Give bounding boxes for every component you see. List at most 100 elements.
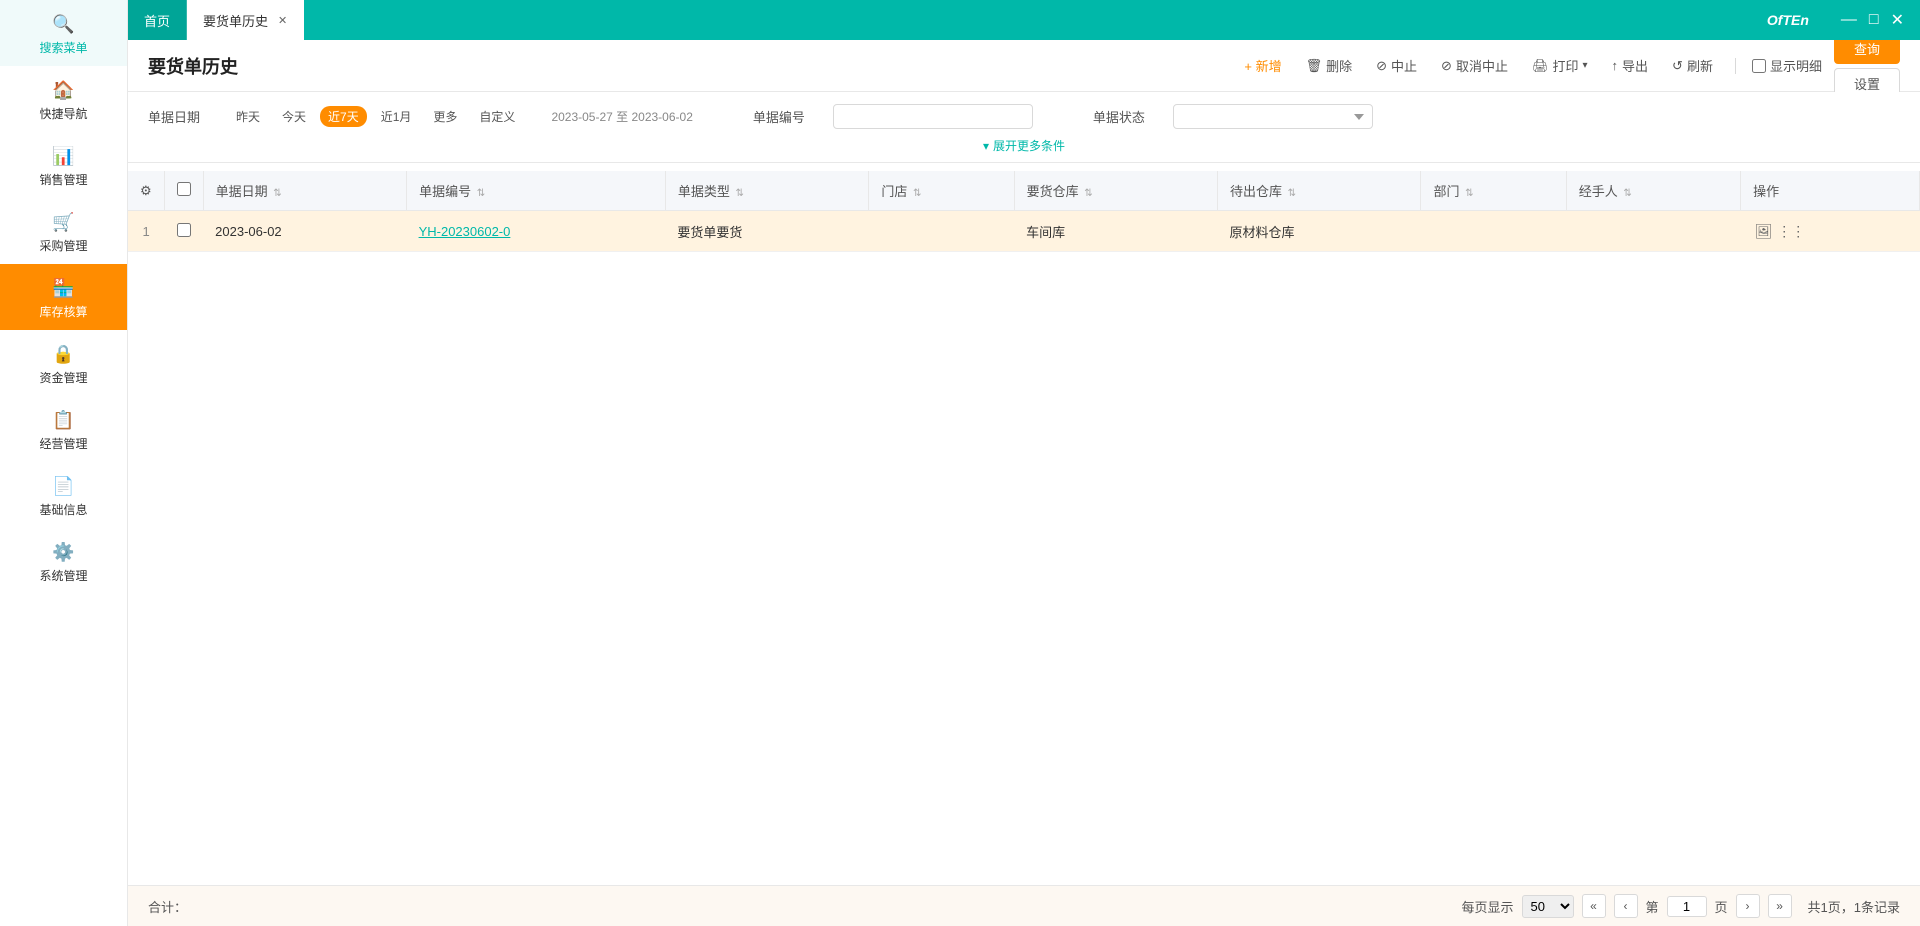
row-select-checkbox-1[interactable] xyxy=(177,223,191,237)
window-controls: OfTEn — □ ✕ xyxy=(1767,10,1920,30)
sidebar-item-quick-nav[interactable]: 🏠 快捷导航 xyxy=(0,66,127,132)
cell-actions-1: 🖼 ⋮⋮ xyxy=(1741,211,1920,252)
page-size-label: 每页显示 xyxy=(1461,897,1513,916)
status-select[interactable] xyxy=(1173,104,1373,129)
tab-requisition-history[interactable]: 要货单历史 ✕ xyxy=(187,0,304,40)
query-button[interactable]: 查询 xyxy=(1834,40,1900,64)
sidebar-item-finance-mgmt[interactable]: 🔒 资金管理 xyxy=(0,330,127,396)
col-req-warehouse[interactable]: 要货仓库 ⇅ xyxy=(1014,171,1217,211)
sidebar-item-operations-mgmt[interactable]: 📋 经营管理 xyxy=(0,396,127,462)
page-nav-first[interactable]: « xyxy=(1582,894,1606,918)
page-title: 要货单历史 xyxy=(148,53,238,79)
page-label-prefix: 第 xyxy=(1646,897,1659,916)
chip-today[interactable]: 今天 xyxy=(274,106,314,127)
suspend-icon: ⊘ xyxy=(1376,58,1387,74)
page-input[interactable] xyxy=(1667,896,1707,917)
cell-department-1 xyxy=(1421,211,1566,252)
window-minimize[interactable]: — xyxy=(1841,11,1857,29)
tab-home[interactable]: 首页 xyxy=(128,0,187,40)
sort-handler-icon: ⇅ xyxy=(1623,188,1631,199)
date-chips: 昨天 今天 近7天 近1月 更多 自定义 xyxy=(228,106,523,127)
toolbar-divider xyxy=(1735,58,1736,74)
basic-info-icon: 📄 xyxy=(52,476,74,497)
sidebar-item-search-menu[interactable]: 🔍 搜索菜单 xyxy=(0,0,127,66)
col-settings[interactable]: ⚙ xyxy=(128,171,164,211)
date-range-display: 2023-05-27 至 2023-06-02 xyxy=(551,108,692,125)
data-table: ⚙ 单据日期 ⇅ 单据编号 ⇅ 单据类型 ⇅ 门店 ⇅ 要货仓库 ⇅ 待出仓库 … xyxy=(128,171,1920,252)
suspend-button[interactable]: ⊘ 中止 xyxy=(1370,52,1423,79)
cancel-suspend-icon: ⊘ xyxy=(1441,58,1452,74)
select-all-checkbox[interactable] xyxy=(177,182,191,196)
chip-1month[interactable]: 近1月 xyxy=(373,106,420,127)
cell-doc-date-1: 2023-06-02 xyxy=(203,211,406,252)
search-menu-icon: 🔍 xyxy=(52,14,74,35)
sidebar-item-basic-info[interactable]: 📄 基础信息 xyxy=(0,462,127,528)
print-icon: 🖨 xyxy=(1532,58,1549,74)
table-body: 1 2023-06-02 YH-20230602-0 要货单要货 车间库 xyxy=(128,211,1920,252)
query-settings-group: 查询 设置 xyxy=(1834,40,1900,99)
total-info: 共1页，1条记录 xyxy=(1808,897,1900,916)
col-doc-type[interactable]: 单据类型 ⇅ xyxy=(665,171,868,211)
col-checkbox xyxy=(164,171,203,211)
chip-custom[interactable]: 自定义 xyxy=(471,106,523,127)
sort-req-wh-icon: ⇅ xyxy=(1084,188,1092,199)
refresh-button[interactable]: ↺ 刷新 xyxy=(1666,52,1719,79)
finance-icon: 🔒 xyxy=(52,344,74,365)
col-store[interactable]: 门店 ⇅ xyxy=(869,171,1014,211)
col-handler[interactable]: 经手人 ⇅ xyxy=(1566,171,1740,211)
page-nav-next[interactable]: › xyxy=(1736,894,1760,918)
window-close[interactable]: ✕ xyxy=(1891,10,1904,30)
filter-row-1: 单据日期 昨天 今天 近7天 近1月 更多 自定义 2023-05-27 至 2… xyxy=(148,104,1900,129)
export-button[interactable]: ↑ 导出 xyxy=(1606,52,1655,79)
col-doc-date[interactable]: 单据日期 ⇅ xyxy=(203,171,406,211)
col-pending-warehouse[interactable]: 待出仓库 ⇅ xyxy=(1218,171,1421,211)
display-detail-checkbox[interactable] xyxy=(1752,59,1766,73)
cell-handler-1 xyxy=(1566,211,1740,252)
chip-yesterday[interactable]: 昨天 xyxy=(228,106,268,127)
row-more-btn-1[interactable]: ⋮⋮ xyxy=(1780,220,1802,242)
cell-req-warehouse-1: 车间库 xyxy=(1014,211,1217,252)
cell-store-1 xyxy=(869,211,1014,252)
window-maximize[interactable]: □ xyxy=(1869,11,1879,29)
home-icon: 🏠 xyxy=(52,80,74,101)
inventory-icon: 🏪 xyxy=(52,278,74,299)
system-icon: ⚙️ xyxy=(52,542,74,563)
sort-doc-type-icon: ⇅ xyxy=(736,188,744,199)
doc-no-input[interactable] xyxy=(833,104,1033,129)
sidebar-item-system-mgmt[interactable]: ⚙️ 系统管理 xyxy=(0,528,127,594)
row-num-1: 1 xyxy=(128,211,164,252)
content-wrapper: ⚙ 单据日期 ⇅ 单据编号 ⇅ 单据类型 ⇅ 门店 ⇅ 要货仓库 ⇅ 待出仓库 … xyxy=(128,163,1920,926)
sidebar-item-purchase-mgmt[interactable]: 🛒 采购管理 xyxy=(0,198,127,264)
page-nav-last[interactable]: » xyxy=(1768,894,1792,918)
page-nav-prev[interactable]: ‹ xyxy=(1614,894,1638,918)
display-detail-toggle[interactable]: 显示明细 xyxy=(1752,56,1822,75)
print-button[interactable]: 🖨 打印 ▾ xyxy=(1526,52,1594,79)
col-department[interactable]: 部门 ⇅ xyxy=(1421,171,1566,211)
table-footer: 合计： 每页显示 10 20 50 100 « ‹ 第 页 › » xyxy=(128,885,1920,926)
doc-no-label: 单据编号 xyxy=(753,107,813,126)
tab-close-icon[interactable]: ✕ xyxy=(278,14,287,27)
expand-more-btn[interactable]: ▾ 展开更多条件 xyxy=(148,137,1900,154)
chip-more[interactable]: 更多 xyxy=(425,106,465,127)
new-button[interactable]: + 新增 xyxy=(1238,52,1287,79)
chip-7days[interactable]: 近7天 xyxy=(320,106,367,127)
sort-dept-icon: ⇅ xyxy=(1465,188,1473,199)
delete-icon: 🗑 xyxy=(1306,58,1323,74)
cancel-suspend-button[interactable]: ⊘ 取消中止 xyxy=(1435,52,1514,79)
row-view-btn-1[interactable]: 🖼 xyxy=(1753,220,1775,242)
col-doc-no[interactable]: 单据编号 ⇅ xyxy=(407,171,666,211)
delete-button[interactable]: 🗑 删除 xyxy=(1300,52,1359,79)
total-label: 合计： xyxy=(148,897,187,916)
sidebar-item-sales-mgmt[interactable]: 📊 销售管理 xyxy=(0,132,127,198)
page-size-select[interactable]: 10 20 50 100 xyxy=(1522,895,1574,918)
sidebar-item-inventory-calc[interactable]: 🏪 库存核算 xyxy=(0,264,127,330)
doc-no-link-1[interactable]: YH-20230602-0 xyxy=(419,224,511,239)
app-label: OfTEn xyxy=(1767,12,1809,28)
sales-icon: 📊 xyxy=(52,146,74,167)
pagination: 每页显示 10 20 50 100 « ‹ 第 页 › » 共1页，1条记录 xyxy=(1461,894,1900,918)
sort-pending-wh-icon: ⇅ xyxy=(1288,188,1296,199)
export-icon: ↑ xyxy=(1612,58,1619,73)
page-label-suffix: 页 xyxy=(1715,897,1728,916)
table-row: 1 2023-06-02 YH-20230602-0 要货单要货 车间库 xyxy=(128,211,1920,252)
operations-icon: 📋 xyxy=(52,410,74,431)
